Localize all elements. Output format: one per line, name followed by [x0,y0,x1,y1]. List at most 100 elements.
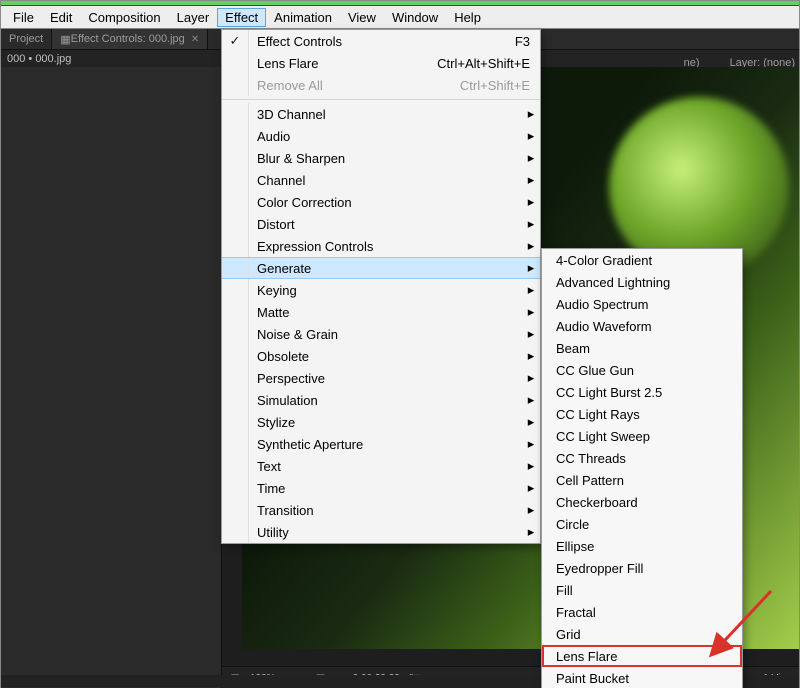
submenu-item-cc-light-rays[interactable]: CC Light Rays [542,403,742,425]
menu-item-3d-channel[interactable]: 3D Channel▸ [222,103,540,125]
menu-item-label: Generate [249,261,522,276]
submenu-item-checkerboard[interactable]: Checkerboard [542,491,742,513]
shortcut: Ctrl+Alt+Shift+E [437,56,540,71]
chevron-right-icon: ▸ [522,282,540,298]
menu-composition[interactable]: Composition [80,8,168,27]
submenu-item-cc-glue-gun[interactable]: CC Glue Gun [542,359,742,381]
submenu-item-cc-light-burst-2-5[interactable]: CC Light Burst 2.5 [542,381,742,403]
submenu-item-ellipse[interactable]: Ellipse [542,535,742,557]
panel-icon: ▦ [60,33,70,46]
chevron-right-icon: ▸ [522,128,540,144]
menu-edit[interactable]: Edit [42,8,80,27]
menu-item-channel[interactable]: Channel▸ [222,169,540,191]
submenu-item-beam[interactable]: Beam [542,337,742,359]
chevron-right-icon: ▸ [522,304,540,320]
chevron-right-icon: ▸ [522,348,540,364]
menu-layer[interactable]: Layer [169,8,218,27]
submenu-item-paint-bucket[interactable]: Paint Bucket [542,667,742,688]
app-window: FileEditCompositionLayerEffectAnimationV… [0,0,800,688]
menu-item-keying[interactable]: Keying▸ [222,279,540,301]
submenu-item-eyedropper-fill[interactable]: Eyedropper Fill [542,557,742,579]
menu-item-label: Utility [249,525,522,540]
menu-item-label: Transition [249,503,522,518]
chevron-right-icon: ▸ [522,172,540,188]
menu-help[interactable]: Help [446,8,489,27]
chevron-right-icon: ▸ [522,150,540,166]
menu-item-label: Stylize [249,415,522,430]
submenu-item-audio-waveform[interactable]: Audio Waveform [542,315,742,337]
submenu-item-grid[interactable]: Grid [542,623,742,645]
chevron-right-icon: ▸ [522,370,540,386]
menu-item-time[interactable]: Time▸ [222,477,540,499]
chevron-right-icon: ▸ [522,194,540,210]
menu-file[interactable]: File [5,8,42,27]
menu-window[interactable]: Window [384,8,446,27]
submenu-item-cc-light-sweep[interactable]: CC Light Sweep [542,425,742,447]
submenu-item-circle[interactable]: Circle [542,513,742,535]
menu-item-label: Synthetic Aperture [249,437,522,452]
menu-item-label: Text [249,459,522,474]
menu-item-perspective[interactable]: Perspective▸ [222,367,540,389]
submenu-item-audio-spectrum[interactable]: Audio Spectrum [542,293,742,315]
menu-item-label: Expression Controls [249,239,522,254]
chevron-right-icon: ▸ [522,524,540,540]
chevron-right-icon: ▸ [522,260,540,276]
chevron-right-icon: ▸ [522,502,540,518]
check-icon: ✓ [230,33,241,49]
menu-item-color-correction[interactable]: Color Correction▸ [222,191,540,213]
menu-item-transition[interactable]: Transition▸ [222,499,540,521]
tab-project[interactable]: Project [1,29,52,49]
menu-item-stylize[interactable]: Stylize▸ [222,411,540,433]
menu-view[interactable]: View [340,8,384,27]
layer-path: 000 • 000.jpg [7,53,71,65]
chevron-right-icon: ▸ [522,238,540,254]
menu-item-simulation[interactable]: Simulation▸ [222,389,540,411]
menu-animation[interactable]: Animation [266,8,340,27]
submenu-item-cc-threads[interactable]: CC Threads [542,447,742,469]
menu-item-label: Remove All [249,78,460,93]
menu-item-label: Simulation [249,393,522,408]
submenu-item-fill[interactable]: Fill [542,579,742,601]
menu-item-label: Blur & Sharpen [249,151,522,166]
submenu-item-4-color-gradient[interactable]: 4-Color Gradient [542,249,742,271]
menu-item-text[interactable]: Text▸ [222,455,540,477]
menu-item-lens-flare[interactable]: Lens FlareCtrl+Alt+Shift+E [222,52,540,74]
menu-item-label: Color Correction [249,195,522,210]
chevron-right-icon: ▸ [522,392,540,408]
menu-item-expression-controls[interactable]: Expression Controls▸ [222,235,540,257]
menu-item-blur-sharpen[interactable]: Blur & Sharpen▸ [222,147,540,169]
tab-effect-controls[interactable]: ▦ Effect Controls: 000.jpg ✕ [52,29,208,49]
menu-item-label: Noise & Grain [249,327,522,342]
menu-item-label: Perspective [249,371,522,386]
menu-bar: FileEditCompositionLayerEffectAnimationV… [1,6,799,29]
menu-item-audio[interactable]: Audio▸ [222,125,540,147]
menu-item-label: Time [249,481,522,496]
menu-item-generate[interactable]: Generate▸ [222,257,540,279]
submenu-item-fractal[interactable]: Fractal [542,601,742,623]
menu-item-noise-grain[interactable]: Noise & Grain▸ [222,323,540,345]
menu-item-label: Audio [249,129,522,144]
close-icon[interactable]: ✕ [191,34,199,45]
menu-item-utility[interactable]: Utility▸ [222,521,540,543]
chevron-right-icon: ▸ [522,458,540,474]
shortcut: F3 [515,34,540,49]
tab-label: Effect Controls: 000.jpg [71,33,185,45]
menu-item-label: Distort [249,217,522,232]
submenu-item-cell-pattern[interactable]: Cell Pattern [542,469,742,491]
chevron-right-icon: ▸ [522,414,540,430]
menu-item-matte[interactable]: Matte▸ [222,301,540,323]
menu-item-remove-all: Remove AllCtrl+Shift+E [222,74,540,96]
chevron-right-icon: ▸ [522,480,540,496]
separator [222,99,540,100]
submenu-item-advanced-lightning[interactable]: Advanced Lightning [542,271,742,293]
menu-item-obsolete[interactable]: Obsolete▸ [222,345,540,367]
menu-effect[interactable]: Effect [217,8,266,27]
menu-item-label: 3D Channel [249,107,522,122]
chevron-right-icon: ▸ [522,436,540,452]
submenu-item-lens-flare[interactable]: Lens Flare [542,645,742,667]
menu-item-effect-controls[interactable]: ✓Effect ControlsF3 [222,30,540,52]
effect-menu: ✓Effect ControlsF3Lens FlareCtrl+Alt+Shi… [221,29,541,544]
menu-item-synthetic-aperture[interactable]: Synthetic Aperture▸ [222,433,540,455]
menu-item-distort[interactable]: Distort▸ [222,213,540,235]
menu-item-label: Keying [249,283,522,298]
